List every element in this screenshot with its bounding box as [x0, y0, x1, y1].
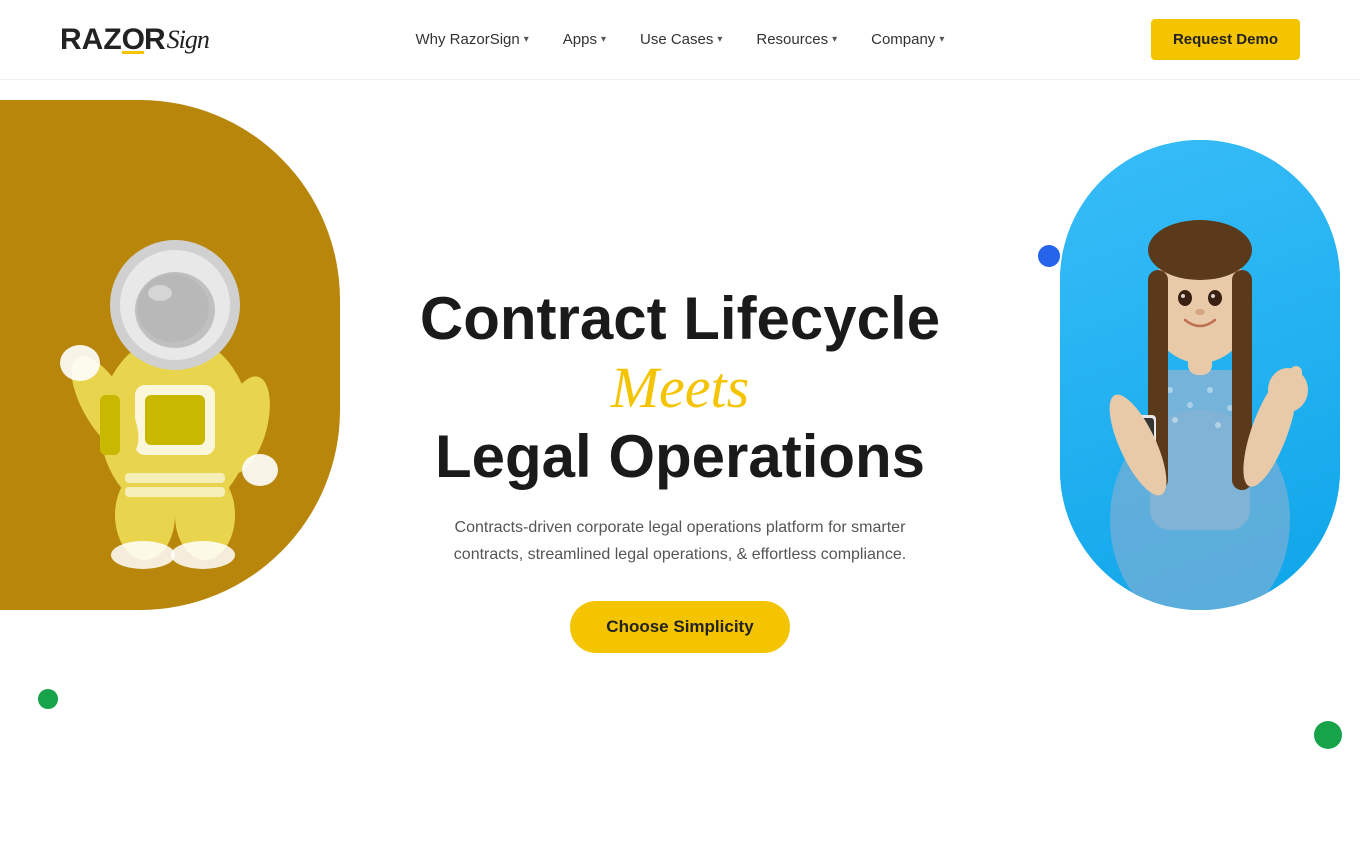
logo-underline — [122, 51, 144, 54]
person-image — [1060, 140, 1340, 610]
apps-caret: ▾ — [601, 34, 606, 45]
hero-section: Contract Lifecycle Meets Legal Operation… — [0, 80, 1360, 859]
dot-green-bottom-left — [38, 689, 58, 709]
nav-links: Why RazorSign ▾ Apps ▾ Use Cases ▾ Resou… — [404, 23, 957, 56]
resources-caret: ▾ — [832, 34, 837, 45]
dot-blue-mid-right — [1038, 245, 1060, 267]
logo-o-container: O — [122, 23, 144, 57]
logo-r-end: R — [144, 23, 165, 57]
person-svg — [1070, 150, 1330, 610]
why-razorsign-caret: ▾ — [524, 34, 529, 45]
astronaut-image — [0, 90, 360, 620]
hero-title-contract-lifecycle: Contract Lifecycle — [420, 286, 940, 352]
hero-right-image — [1060, 140, 1340, 610]
hero-subtitle: Contracts-driven corporate legal operati… — [440, 514, 920, 568]
hero-content: Contract Lifecycle Meets Legal Operation… — [420, 286, 940, 652]
navbar: RAZ O RSign Why RazorSign ▾ Apps ▾ Use C… — [0, 0, 1360, 80]
logo-sign-text: Sign — [167, 25, 209, 55]
choose-simplicity-button[interactable]: Choose Simplicity — [570, 601, 789, 653]
nav-resources[interactable]: Resources ▾ — [744, 23, 849, 56]
hero-title-meets: Meets — [420, 356, 940, 420]
company-caret: ▾ — [939, 34, 944, 45]
logo[interactable]: RAZ O RSign — [60, 23, 209, 57]
hero-title-legal-operations: Legal Operations — [420, 424, 940, 490]
nav-apps[interactable]: Apps ▾ — [551, 23, 618, 56]
use-cases-caret: ▾ — [717, 34, 722, 45]
dot-green-bottom-right — [1314, 721, 1342, 749]
astronaut-svg — [25, 115, 325, 595]
hero-left-image — [0, 100, 380, 620]
request-demo-button[interactable]: Request Demo — [1151, 19, 1300, 60]
nav-use-cases[interactable]: Use Cases ▾ — [628, 23, 734, 56]
nav-why-razorsign[interactable]: Why RazorSign ▾ — [404, 23, 541, 56]
nav-company[interactable]: Company ▾ — [859, 23, 956, 56]
logo-text-razor: RAZ — [60, 23, 122, 57]
